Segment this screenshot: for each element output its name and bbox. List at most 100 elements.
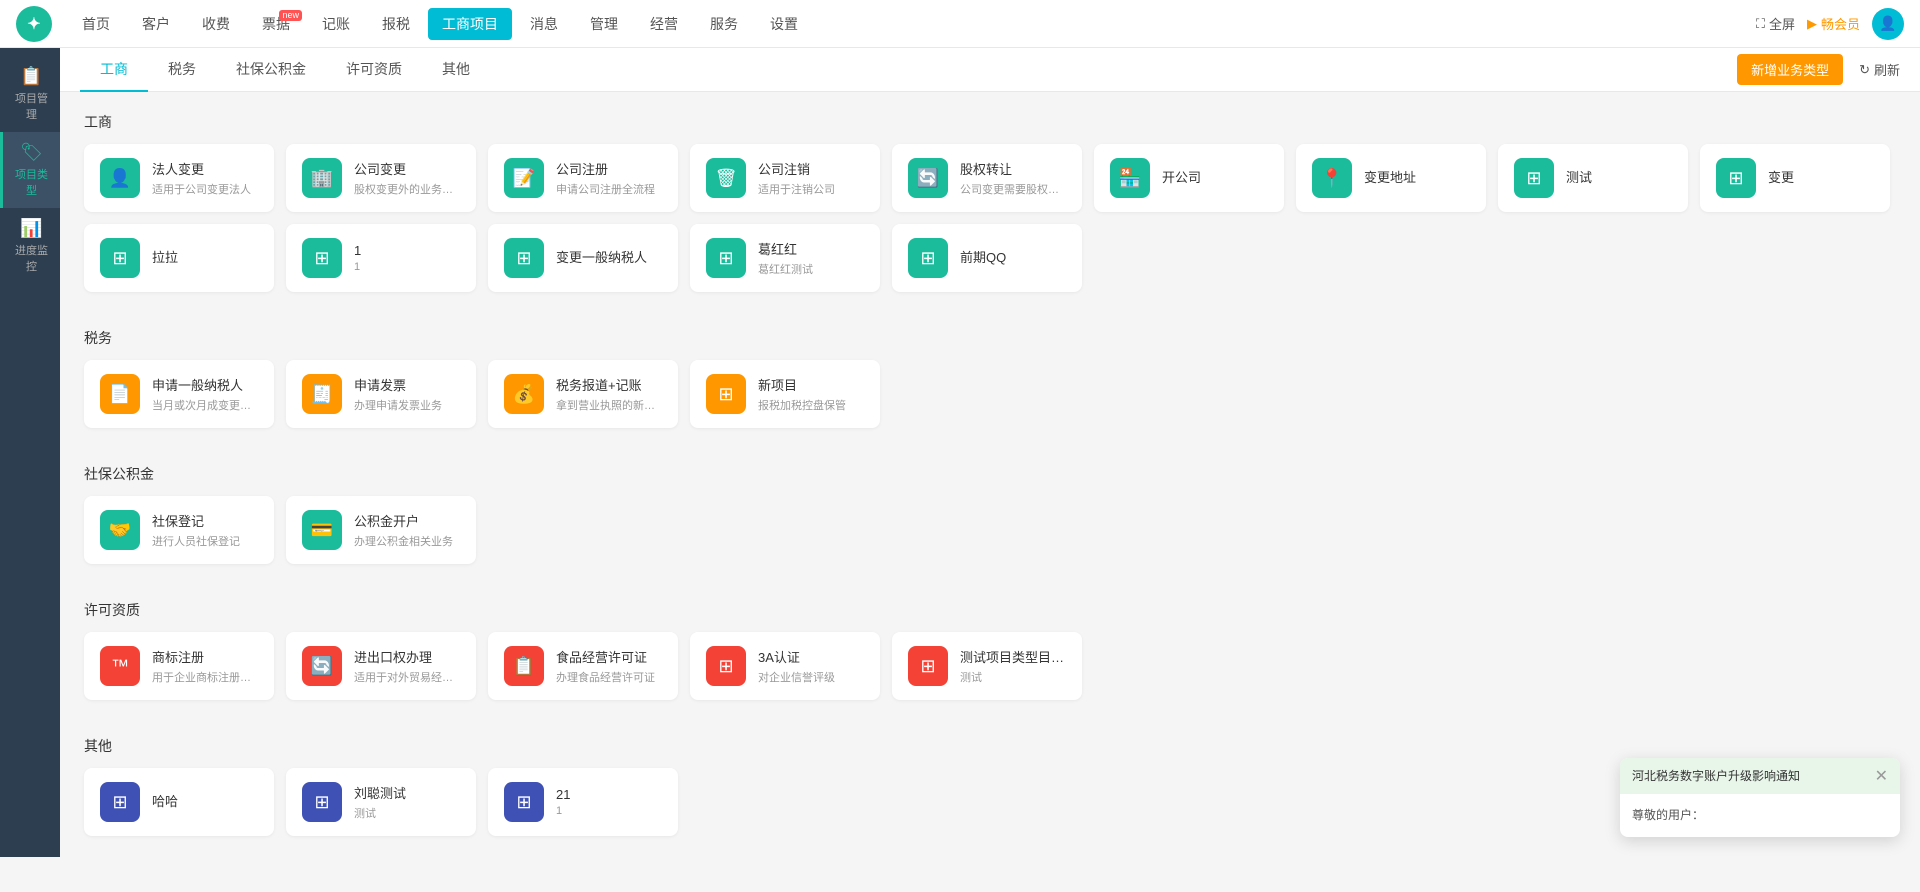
member-button[interactable]: ▶ 畅会员 <box>1807 14 1860 33</box>
card-title-gongshang-12: 葛红红 <box>758 239 864 258</box>
card-text-shebao-0: 社保登记 进行人员社保登记 <box>152 511 258 549</box>
card-shebao-0[interactable]: 🤝 社保登记 进行人员社保登记 <box>84 496 274 564</box>
card-icon-xuke-4: ⊞ <box>908 646 948 686</box>
card-text-qita-0: 哈哈 <box>152 791 258 813</box>
card-gongshang-12[interactable]: ⊞ 葛红红 葛红红测试 <box>690 224 880 292</box>
card-text-gongshang-9: 拉拉 <box>152 247 258 269</box>
card-qita-1[interactable]: ⊞ 刘聪测试 测试 <box>286 768 476 836</box>
card-icon-shebao-1: 💳 <box>302 510 342 550</box>
card-gongshang-11[interactable]: ⊞ 变更一般纳税人 <box>488 224 678 292</box>
card-text-gongshang-5: 开公司 <box>1162 167 1268 189</box>
nav-item-票据[interactable]: 票据new <box>248 8 304 40</box>
card-xuke-3[interactable]: ⊞ 3A认证 对企业信誉评级 <box>690 632 880 700</box>
notification-close-button[interactable]: ✕ <box>1875 766 1888 786</box>
card-icon-shuiwu-3: ⊞ <box>706 374 746 414</box>
card-desc-shebao-1: 办理公积金相关业务 <box>354 533 460 549</box>
card-shuiwu-3[interactable]: ⊞ 新项目 报税加税控盘保管 <box>690 360 880 428</box>
card-gongshang-3[interactable]: 🗑 公司注销 适用于注销公司 <box>690 144 880 212</box>
add-business-type-button[interactable]: 新增业务类型 <box>1737 54 1843 85</box>
nav-item-管理[interactable]: 管理 <box>576 8 632 40</box>
card-icon-gongshang-4: 🔄 <box>908 158 948 198</box>
cards-grid-gongshang: 👤 法人变更 适用于公司变更法人 🏢 公司变更 股权变更外的业务变更 📝 公司注… <box>84 144 1896 292</box>
member-label: 畅会员 <box>1821 14 1860 33</box>
card-desc-qita-1: 测试 <box>354 805 460 821</box>
card-desc-shuiwu-2: 拿到营业执照的新公司 <box>556 397 662 413</box>
card-text-shuiwu-1: 申请发票 办理申请发票业务 <box>354 375 460 413</box>
cards-grid-xuke: ™ 商标注册 用于企业商标注册服务 🔄 进出口权办理 适用于对外贸易经营者 📋 … <box>84 632 1896 700</box>
tab-社保公积金[interactable]: 社保公积金 <box>216 48 326 92</box>
card-shebao-1[interactable]: 💳 公积金开户 办理公积金相关业务 <box>286 496 476 564</box>
nav-item-首页[interactable]: 首页 <box>68 8 124 40</box>
tab-工商[interactable]: 工商 <box>80 48 148 92</box>
card-icon-gongshang-2: 📝 <box>504 158 544 198</box>
nav-item-客户[interactable]: 客户 <box>128 8 184 40</box>
sidebar-item-1[interactable]: 🏷 项目类型 <box>0 132 60 208</box>
card-text-shuiwu-3: 新项目 报税加税控盘保管 <box>758 375 864 413</box>
fullscreen-button[interactable]: ⛶ 全屏 <box>1756 14 1795 33</box>
tab-税务[interactable]: 税务 <box>148 48 216 92</box>
nav-item-报税[interactable]: 报税 <box>368 8 424 40</box>
card-xuke-2[interactable]: 📋 食品经营许可证 办理食品经营许可证 <box>488 632 678 700</box>
card-desc-gongshang-2: 申请公司注册全流程 <box>556 181 662 197</box>
card-gongshang-7[interactable]: ⊞ 测试 <box>1498 144 1688 212</box>
refresh-icon: ↻ <box>1859 62 1870 78</box>
card-shuiwu-2[interactable]: 💰 税务报道+记账 拿到营业执照的新公司 <box>488 360 678 428</box>
card-title-xuke-2: 食品经营许可证 <box>556 647 662 666</box>
nav-item-设置[interactable]: 设置 <box>756 8 812 40</box>
nav-item-服务[interactable]: 服务 <box>696 8 752 40</box>
card-icon-qita-1: ⊞ <box>302 782 342 822</box>
card-gongshang-4[interactable]: 🔄 股权转让 公司变更需要股权转让 <box>892 144 1082 212</box>
card-icon-gongshang-13: ⊞ <box>908 238 948 278</box>
card-desc-shuiwu-3: 报税加税控盘保管 <box>758 397 864 413</box>
notification-popup: 河北税务数字账户升级影响通知 ✕ 尊敬的用户： <box>1620 758 1900 837</box>
card-shuiwu-0[interactable]: 📄 申请一般纳税人 当月或次月成变更完成 <box>84 360 274 428</box>
card-desc-xuke-4: 测试 <box>960 669 1066 685</box>
sidebar-item-2[interactable]: 📊 进度监控 <box>0 208 60 284</box>
refresh-button[interactable]: ↻ 刷新 <box>1859 60 1900 79</box>
card-gongshang-1[interactable]: 🏢 公司变更 股权变更外的业务变更 <box>286 144 476 212</box>
card-title-gongshang-0: 法人变更 <box>152 159 258 178</box>
card-gongshang-2[interactable]: 📝 公司注册 申请公司注册全流程 <box>488 144 678 212</box>
nav-item-记账[interactable]: 记账 <box>308 8 364 40</box>
card-gongshang-0[interactable]: 👤 法人变更 适用于公司变更法人 <box>84 144 274 212</box>
card-title-gongshang-10: 1 <box>354 243 460 258</box>
card-gongshang-6[interactable]: 📍 变更地址 <box>1296 144 1486 212</box>
card-icon-gongshang-12: ⊞ <box>706 238 746 278</box>
card-icon-xuke-0: ™ <box>100 646 140 686</box>
sidebar: 📋 项目管理🏷 项目类型📊 进度监控 <box>0 48 60 857</box>
tab-许可资质[interactable]: 许可资质 <box>326 48 422 92</box>
card-desc-xuke-3: 对企业信誉评级 <box>758 669 864 685</box>
sidebar-item-0[interactable]: 📋 项目管理 <box>0 56 60 132</box>
card-shuiwu-1[interactable]: 🧾 申请发票 办理申请发票业务 <box>286 360 476 428</box>
tab-bar: 工商税务社保公积金许可资质其他 新增业务类型 ↻ 刷新 <box>60 48 1920 92</box>
card-gongshang-5[interactable]: 🏪 开公司 <box>1094 144 1284 212</box>
nav-item-经营[interactable]: 经营 <box>636 8 692 40</box>
nav-item-工商项目[interactable]: 工商项目 <box>428 8 512 40</box>
sidebar-icon-1: 🏷 <box>20 142 43 163</box>
card-title-shuiwu-2: 税务报道+记账 <box>556 375 662 394</box>
card-icon-gongshang-10: ⊞ <box>302 238 342 278</box>
card-gongshang-8[interactable]: ⊞ 变更 <box>1700 144 1890 212</box>
card-gongshang-13[interactable]: ⊞ 前期QQ <box>892 224 1082 292</box>
card-desc-gongshang-12: 葛红红测试 <box>758 261 864 277</box>
card-icon-shuiwu-1: 🧾 <box>302 374 342 414</box>
card-xuke-0[interactable]: ™ 商标注册 用于企业商标注册服务 <box>84 632 274 700</box>
card-icon-gongshang-1: 🏢 <box>302 158 342 198</box>
card-icon-qita-2: ⊞ <box>504 782 544 822</box>
card-xuke-4[interactable]: ⊞ 测试项目类型目定义 测试 <box>892 632 1082 700</box>
card-title-gongshang-6: 变更地址 <box>1364 167 1470 186</box>
card-xuke-1[interactable]: 🔄 进出口权办理 适用于对外贸易经营者 <box>286 632 476 700</box>
card-qita-2[interactable]: ⊞ 21 1 <box>488 768 678 836</box>
card-gongshang-10[interactable]: ⊞ 1 1 <box>286 224 476 292</box>
nav-item-收费[interactable]: 收费 <box>188 8 244 40</box>
user-avatar[interactable]: 👤 <box>1872 8 1904 40</box>
card-title-shuiwu-3: 新项目 <box>758 375 864 394</box>
card-icon-shebao-0: 🤝 <box>100 510 140 550</box>
card-qita-0[interactable]: ⊞ 哈哈 <box>84 768 274 836</box>
card-gongshang-9[interactable]: ⊞ 拉拉 <box>84 224 274 292</box>
tab-其他[interactable]: 其他 <box>422 48 490 92</box>
nav-item-消息[interactable]: 消息 <box>516 8 572 40</box>
notification-body: 尊敬的用户： <box>1620 794 1900 837</box>
card-text-qita-2: 21 1 <box>556 787 662 817</box>
section-title-qita: 其他 <box>84 736 1896 756</box>
